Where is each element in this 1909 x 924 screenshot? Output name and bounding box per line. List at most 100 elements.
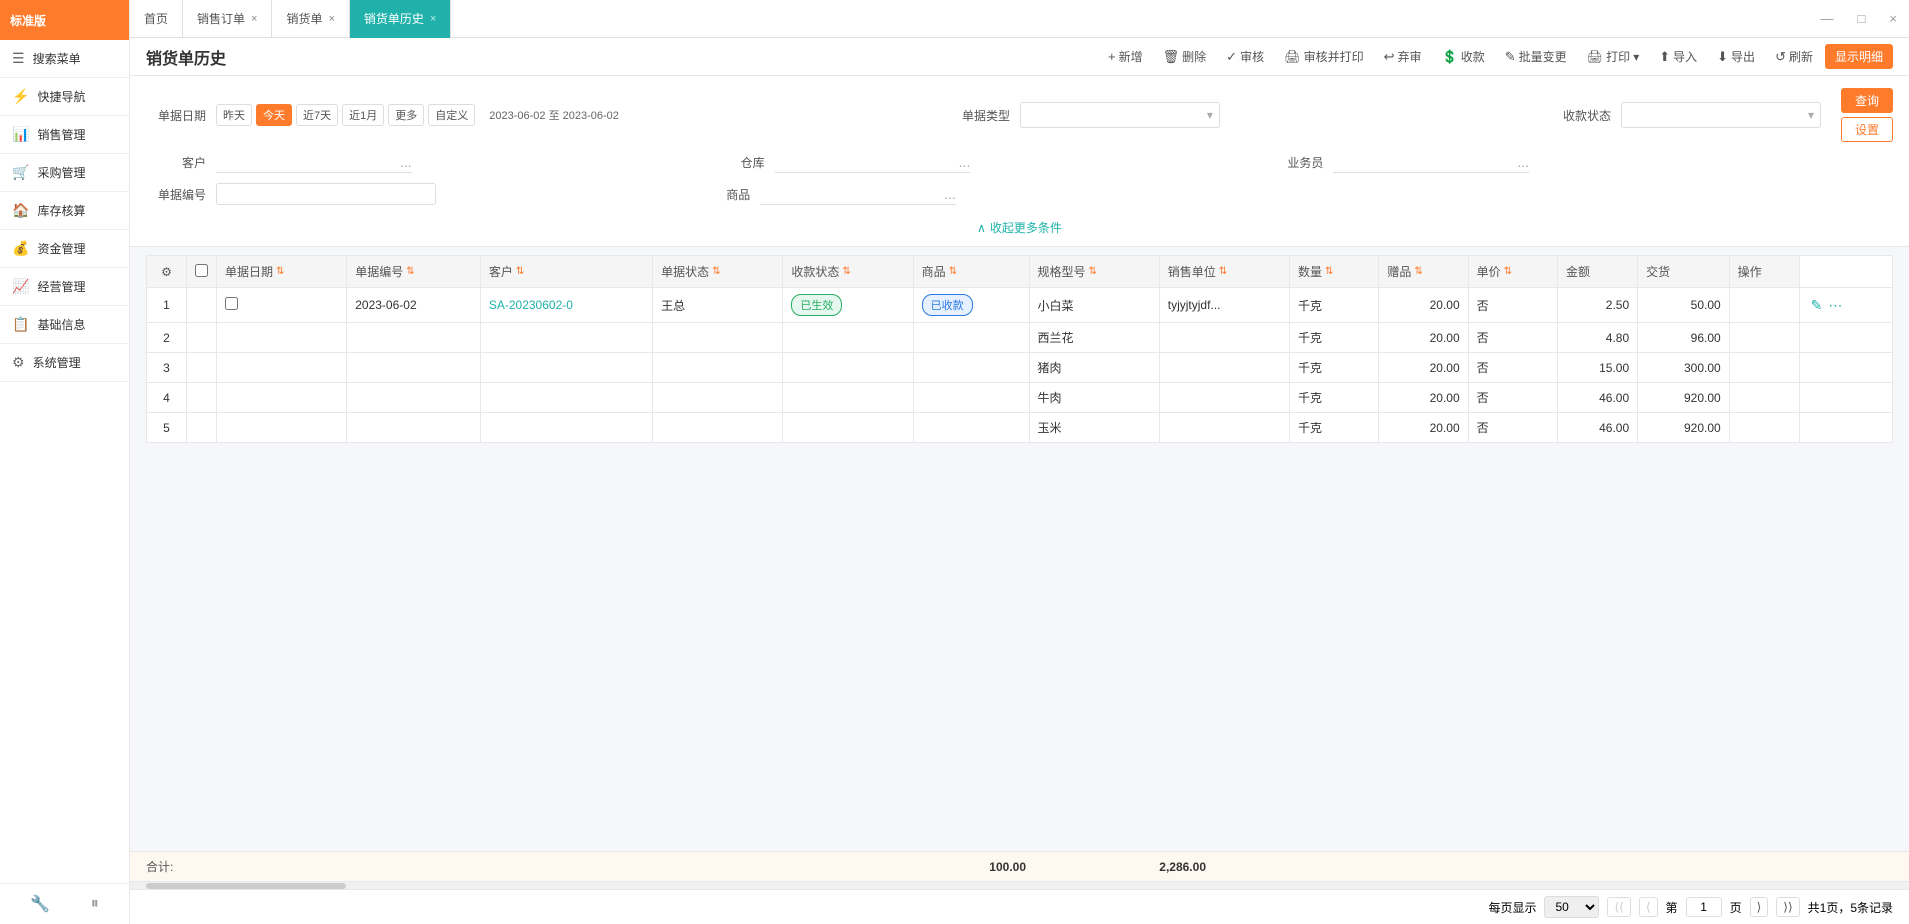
sidebar-logo: 标准版: [0, 0, 129, 40]
inventory-icon: 🏠: [12, 202, 29, 219]
row-action: ✎⋯: [1799, 288, 1892, 323]
date-7days[interactable]: 近7天: [296, 104, 338, 126]
tab-window-x[interactable]: ×: [1877, 0, 1909, 38]
sidebar-item-operations[interactable]: 📈 经营管理: [0, 268, 129, 306]
abandon-button[interactable]: ↩ 弃审: [1376, 45, 1430, 68]
collect-button[interactable]: 💲 收款: [1434, 45, 1493, 68]
export-button[interactable]: ⬇ 导出: [1709, 45, 1763, 68]
footer-total-qty: 100.00: [946, 860, 1026, 874]
scrollbar-thumb[interactable]: [146, 883, 346, 889]
batch-change-button[interactable]: ✎ 批量变更: [1497, 45, 1575, 68]
tab-sales-goods[interactable]: 销货单 ×: [272, 0, 349, 38]
search-menu-icon: ☰: [12, 50, 25, 67]
new-button[interactable]: + 新增: [1100, 45, 1151, 68]
tab-sales-goods-close[interactable]: ×: [328, 13, 334, 25]
page-num-input[interactable]: 1: [1686, 897, 1722, 917]
sidebar-item-inventory[interactable]: 🏠 库存核算: [0, 192, 129, 230]
row-product: 小白菜: [1029, 288, 1159, 323]
sidebar-bottom-icon1[interactable]: 🔧: [30, 894, 50, 914]
col-unit-price[interactable]: 单价⇅: [1468, 256, 1557, 288]
date-today[interactable]: 今天: [256, 104, 292, 126]
col-payment-status[interactable]: 收款状态⇅: [783, 256, 913, 288]
row-checkbox[interactable]: [225, 297, 238, 310]
customer-input[interactable]: [216, 152, 396, 172]
col-product[interactable]: 商品⇅: [913, 256, 1029, 288]
sidebar-bottom-icon2[interactable]: ⏸: [91, 895, 99, 913]
more-btn[interactable]: ⋯: [1825, 297, 1845, 314]
doc-num-input[interactable]: [216, 183, 436, 205]
sidebar-item-quick-nav[interactable]: ⚡ 快捷导航: [0, 78, 129, 116]
doc-num-link[interactable]: SA-20230602-0: [489, 298, 573, 312]
col-trade: 交货: [1638, 256, 1730, 288]
sidebar-item-sales-mgmt[interactable]: 📊 销售管理: [0, 116, 129, 154]
refresh-button[interactable]: ↺ 刷新: [1767, 45, 1821, 68]
tab-sales-history-close[interactable]: ×: [430, 13, 436, 25]
page-first-btn[interactable]: ⟨⟨: [1607, 897, 1630, 917]
date-more[interactable]: 更多: [388, 104, 424, 126]
delete-button[interactable]: 🗑 删除: [1155, 45, 1215, 68]
print-dropdown-icon: ▾: [1633, 50, 1639, 64]
total-info: 共1页，5条记录: [1808, 899, 1893, 916]
audit-button[interactable]: ✓ 审核: [1218, 45, 1272, 68]
page-last-btn[interactable]: ⟩⟩: [1776, 897, 1799, 917]
col-qty[interactable]: 数量⇅: [1290, 256, 1379, 288]
page-suffix: 页: [1730, 899, 1742, 916]
batch-icon: ✎: [1505, 49, 1516, 65]
horizontal-scrollbar[interactable]: [130, 881, 1909, 889]
col-doc-status[interactable]: 单据状态⇅: [653, 256, 783, 288]
warehouse-input[interactable]: [775, 152, 955, 172]
page-next-btn[interactable]: ⟩: [1750, 897, 1769, 917]
collapse-filter-button[interactable]: ∧ 收起更多条件: [146, 215, 1893, 240]
settings-icon: ⚙: [161, 265, 172, 279]
payment-status-input[interactable]: [1628, 105, 1808, 125]
col-unit[interactable]: 销售单位⇅: [1159, 256, 1289, 288]
date-yesterday[interactable]: 昨天: [216, 104, 252, 126]
col-settings[interactable]: ⚙: [147, 256, 187, 288]
show-details-button[interactable]: 显示明细: [1825, 44, 1893, 69]
row-checkbox-cell: [217, 323, 347, 353]
query-button[interactable]: 查询: [1841, 88, 1893, 113]
tab-sales-order[interactable]: 销售订单 ×: [183, 0, 272, 38]
tab-home[interactable]: 首页: [130, 0, 183, 38]
page-prev-btn[interactable]: ⟨: [1639, 897, 1658, 917]
col-gift[interactable]: 赠品⇅: [1379, 256, 1468, 288]
tab-window-close[interactable]: —: [1809, 0, 1846, 38]
product-dots[interactable]: ...: [944, 186, 956, 202]
col-spec[interactable]: 规格型号⇅: [1029, 256, 1159, 288]
salesperson-dots[interactable]: ...: [1517, 154, 1529, 170]
tab-window-maximize[interactable]: □: [1846, 0, 1878, 38]
sidebar-item-label: 销售管理: [37, 126, 85, 143]
tab-sales-history[interactable]: 销货单历史 ×: [350, 0, 451, 38]
row-settings-cell: [187, 288, 217, 323]
row-payment-status: [913, 383, 1029, 413]
select-all-checkbox[interactable]: [195, 264, 208, 277]
row-trade: [1729, 383, 1799, 413]
doc-type-input[interactable]: [1027, 105, 1207, 125]
sidebar-item-finance[interactable]: 💰 资金管理: [0, 230, 129, 268]
product-input[interactable]: [760, 184, 940, 204]
col-customer[interactable]: 客户⇅: [480, 256, 652, 288]
sidebar-item-search-menu[interactable]: ☰ 搜索菜单: [0, 40, 129, 78]
row-customer: [653, 353, 783, 383]
sidebar-item-purchase-mgmt[interactable]: 🛒 采购管理: [0, 154, 129, 192]
sidebar-item-basic-info[interactable]: 📋 基础信息: [0, 306, 129, 344]
row-unit-price: 46.00: [1557, 383, 1637, 413]
audit-print-button[interactable]: 🖨 审核并打印: [1276, 45, 1372, 68]
row-payment-status: 已收款: [913, 288, 1029, 323]
print-button[interactable]: 🖨 打印 ▾: [1579, 45, 1648, 68]
sidebar-item-label: 系统管理: [33, 354, 81, 371]
sidebar-item-system-mgmt[interactable]: ⚙ 系统管理: [0, 344, 129, 382]
edit-btn[interactable]: ✎: [1808, 297, 1826, 314]
import-button[interactable]: ⬆ 导入: [1651, 45, 1705, 68]
salesperson-input[interactable]: [1333, 152, 1513, 172]
customer-dots[interactable]: ...: [400, 154, 412, 170]
col-doc-date[interactable]: 单据日期⇅: [217, 256, 347, 288]
warehouse-dots[interactable]: ...: [959, 154, 971, 170]
per-page-select[interactable]: 50 100: [1544, 896, 1599, 918]
tab-sales-order-close[interactable]: ×: [251, 13, 257, 25]
col-doc-num[interactable]: 单据编号⇅: [347, 256, 481, 288]
date-1month[interactable]: 近1月: [342, 104, 384, 126]
settings-button[interactable]: 设置: [1841, 117, 1893, 142]
tabs-bar: 首页 销售订单 × 销货单 × 销货单历史 × — □ ×: [130, 0, 1909, 38]
date-custom[interactable]: 自定义: [428, 104, 475, 126]
